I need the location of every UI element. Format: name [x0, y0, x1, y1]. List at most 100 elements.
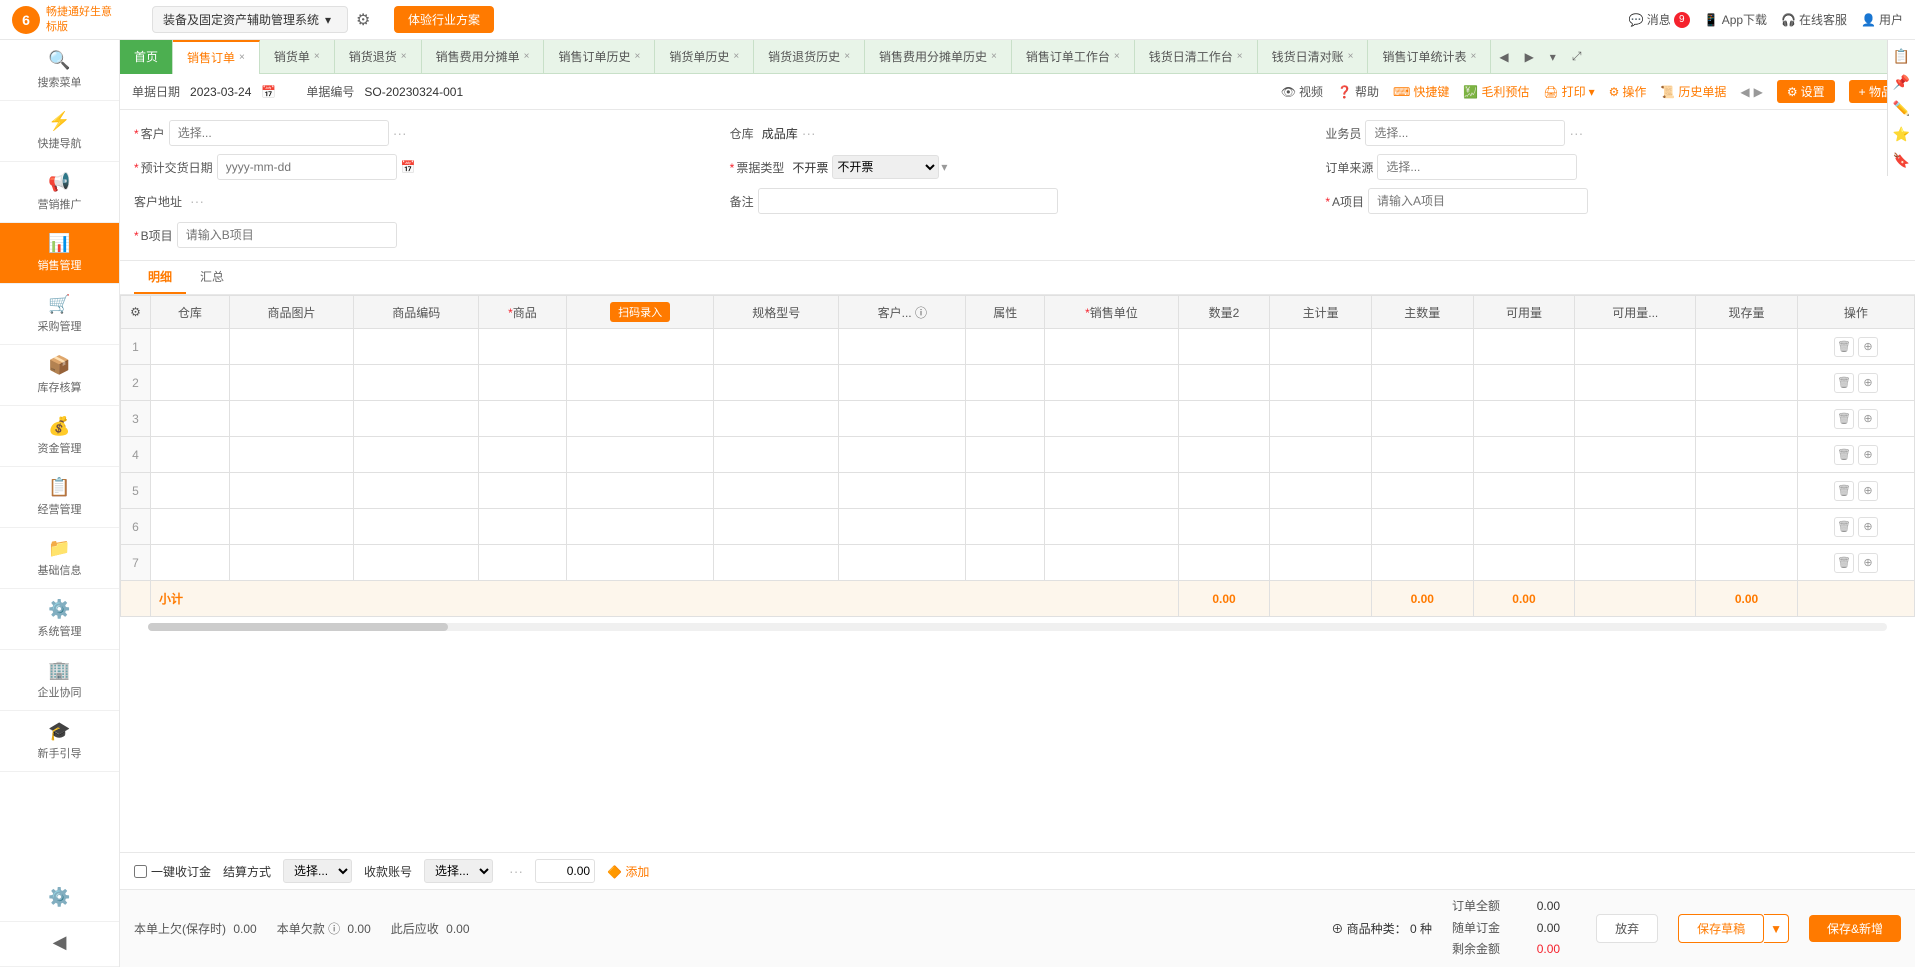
- cash-reconcile-tab-close[interactable]: ×: [1348, 51, 1354, 62]
- horizontal-scrollbar-track[interactable]: [120, 617, 1915, 637]
- cell-stock-3[interactable]: [1696, 401, 1798, 437]
- calendar-icon[interactable]: 📅: [261, 85, 276, 99]
- cell-stock-1[interactable]: [1696, 329, 1798, 365]
- online-support-item[interactable]: 🎧 在线客服: [1781, 11, 1847, 28]
- copy-row-7-btn[interactable]: ⊕: [1858, 553, 1878, 573]
- scroll-track[interactable]: [148, 623, 1887, 631]
- sales-order-history-tab-close[interactable]: ×: [634, 51, 640, 62]
- copy-row-6-btn[interactable]: ⊕: [1858, 517, 1878, 537]
- cell-cust-code-7[interactable]: [839, 545, 966, 581]
- tab-cash-reconcile[interactable]: 钱货日清对账 ×: [1258, 40, 1369, 74]
- project-b-input[interactable]: [177, 222, 397, 248]
- delivery-calendar-icon[interactable]: 📅: [401, 160, 416, 174]
- sidebar-item-settings-bottom[interactable]: ⚙️: [0, 877, 119, 922]
- cell-spec-4[interactable]: [714, 437, 839, 473]
- nav-prev-icon[interactable]: ◀: [1740, 85, 1749, 99]
- cell-cust-code-6[interactable]: [839, 509, 966, 545]
- sidebar-item-operations[interactable]: 📋 经营管理: [0, 467, 119, 528]
- industry-solution-button[interactable]: 体验行业方案: [394, 6, 494, 33]
- tab-sales-refund-history[interactable]: 销货退货历史 ×: [754, 40, 865, 74]
- settings-gear-icon[interactable]: ⚙: [356, 10, 376, 30]
- cell-product-4[interactable]: [479, 437, 567, 473]
- cell-cust-code-1[interactable]: [839, 329, 966, 365]
- cell-spec-5[interactable]: [714, 473, 839, 509]
- cell-warehouse-7[interactable]: [151, 545, 230, 581]
- cell-cust-code-2[interactable]: [839, 365, 966, 401]
- cell-code-3[interactable]: [354, 401, 479, 437]
- cell-main-qty-5[interactable]: [1371, 473, 1473, 509]
- cell-property-4[interactable]: [966, 437, 1045, 473]
- cell-avail-5[interactable]: [1473, 473, 1575, 509]
- cell-cust-code-4[interactable]: [839, 437, 966, 473]
- tab-summary[interactable]: 汇总: [186, 261, 238, 294]
- cell-main-unit-1[interactable]: [1270, 329, 1372, 365]
- cell-unit-7[interactable]: [1045, 545, 1179, 581]
- cell-code-7[interactable]: [354, 545, 479, 581]
- cell-avail2-7[interactable]: [1575, 545, 1696, 581]
- cell-unit-4[interactable]: [1045, 437, 1179, 473]
- help-btn[interactable]: ❓ 帮助: [1337, 83, 1379, 100]
- save-new-button[interactable]: 保存&新增: [1809, 915, 1901, 942]
- customer-more-icon[interactable]: ···: [393, 125, 407, 141]
- cell-code-4[interactable]: [354, 437, 479, 473]
- right-panel-icon-2[interactable]: 📌: [1890, 70, 1914, 94]
- cell-code-5[interactable]: [354, 473, 479, 509]
- tab-sales-workbench[interactable]: 销售订单工作台 ×: [1012, 40, 1135, 74]
- cell-qty2-3[interactable]: [1178, 401, 1269, 437]
- cell-image-1[interactable]: [229, 329, 354, 365]
- message-item[interactable]: 💬 消息 9: [1629, 11, 1690, 28]
- delete-row-1-btn[interactable]: 🗑: [1834, 337, 1854, 357]
- cell-spec-6[interactable]: [714, 509, 839, 545]
- invoice-type-select[interactable]: 不开票 增值税普通发票 增值税专用发票: [832, 155, 939, 179]
- cell-main-unit-3[interactable]: [1270, 401, 1372, 437]
- cell-cust-code-5[interactable]: [839, 473, 966, 509]
- right-panel-icon-5[interactable]: 🔖: [1890, 148, 1914, 172]
- cell-product-7[interactable]: [479, 545, 567, 581]
- cell-product-1[interactable]: [479, 329, 567, 365]
- cell-avail-2[interactable]: [1473, 365, 1575, 401]
- cell-image-4[interactable]: [229, 437, 354, 473]
- cell-image-6[interactable]: [229, 509, 354, 545]
- cell-qty2-4[interactable]: [1178, 437, 1269, 473]
- cell-stock-2[interactable]: [1696, 365, 1798, 401]
- tab-sales-stats[interactable]: 销售订单统计表 ×: [1368, 40, 1491, 74]
- cell-code-1[interactable]: [354, 329, 479, 365]
- cell-main-qty-2[interactable]: [1371, 365, 1473, 401]
- cell-image-3[interactable]: [229, 401, 354, 437]
- cell-image-2[interactable]: [229, 365, 354, 401]
- cell-spec-3[interactable]: [714, 401, 839, 437]
- cell-main-unit-6[interactable]: [1270, 509, 1372, 545]
- cell-scan-2[interactable]: [566, 365, 714, 401]
- print-btn[interactable]: 🖨 打印 ▾: [1543, 83, 1594, 100]
- payment-method-select[interactable]: 选择...: [283, 859, 352, 883]
- cell-scan-7[interactable]: [566, 545, 714, 581]
- tab-expand-button[interactable]: ⤢: [1564, 40, 1590, 74]
- cell-main-unit-4[interactable]: [1270, 437, 1372, 473]
- sidebar-item-enterprise[interactable]: 🏢 企业协同: [0, 650, 119, 711]
- sidebar-item-newbie[interactable]: 🎓 新手引导: [0, 711, 119, 772]
- cell-property-2[interactable]: [966, 365, 1045, 401]
- one-click-checkbox-input[interactable]: [134, 865, 147, 878]
- cell-main-qty-6[interactable]: [1371, 509, 1473, 545]
- receipt-amount-input[interactable]: [535, 859, 595, 883]
- tab-sales-expense[interactable]: 销售费用分摊单 ×: [422, 40, 545, 74]
- tab-sales-refund[interactable]: 销货退货 ×: [335, 40, 422, 74]
- tab-detail[interactable]: 明细: [134, 261, 186, 294]
- tab-nav-next[interactable]: ▶: [1517, 40, 1542, 74]
- cell-avail2-5[interactable]: [1575, 473, 1696, 509]
- cell-main-qty-4[interactable]: [1371, 437, 1473, 473]
- cell-main-unit-2[interactable]: [1270, 365, 1372, 401]
- tab-sales-expense-history[interactable]: 销售费用分摊单历史 ×: [865, 40, 1012, 74]
- cell-qty2-7[interactable]: [1178, 545, 1269, 581]
- history-order-btn[interactable]: 📜 历史单据: [1660, 83, 1726, 100]
- cell-unit-2[interactable]: [1045, 365, 1179, 401]
- cell-unit-1[interactable]: [1045, 329, 1179, 365]
- cell-property-3[interactable]: [966, 401, 1045, 437]
- cell-avail2-4[interactable]: [1575, 437, 1696, 473]
- cell-image-5[interactable]: [229, 473, 354, 509]
- sales-expense-history-tab-close[interactable]: ×: [991, 51, 997, 62]
- cell-unit-3[interactable]: [1045, 401, 1179, 437]
- cell-main-qty-3[interactable]: [1371, 401, 1473, 437]
- copy-row-4-btn[interactable]: ⊕: [1858, 445, 1878, 465]
- save-draft-dropdown-button[interactable]: ▼: [1764, 914, 1789, 943]
